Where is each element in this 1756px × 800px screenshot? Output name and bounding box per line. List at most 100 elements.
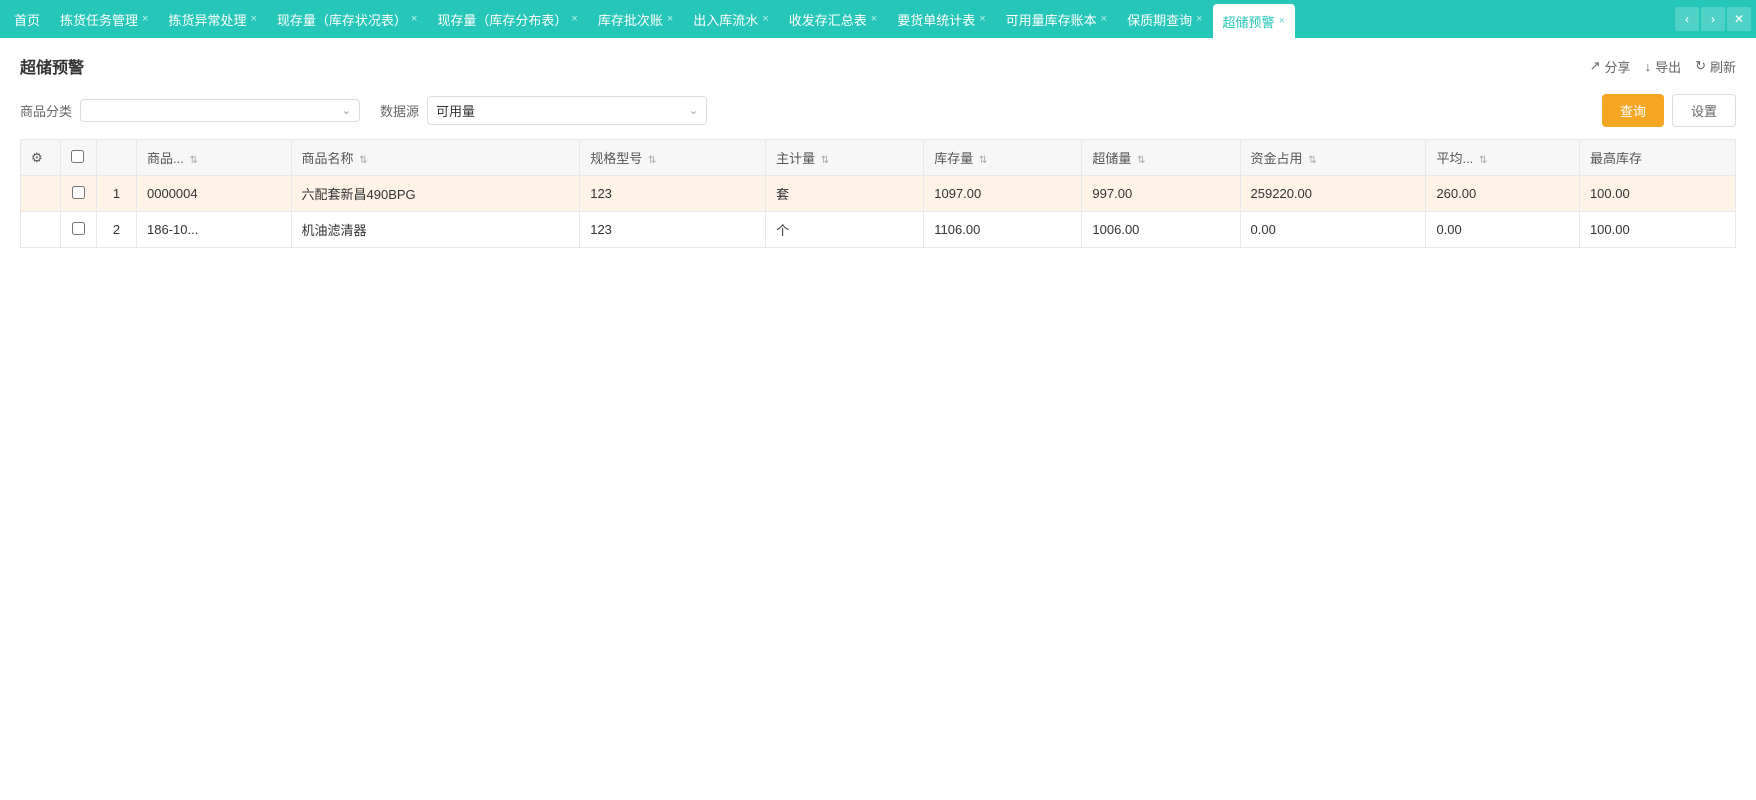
- nav-close-icon-10[interactable]: ×: [1196, 13, 1202, 25]
- sort-icon5: ⇅: [979, 155, 987, 166]
- chevron-down-icon2: ⌄: [689, 104, 698, 117]
- th-max-stock[interactable]: 最高库存: [1579, 140, 1735, 176]
- page-header: 超储预警 ↗ 分享 ↓ 导出 ↻ 刷新: [20, 54, 1736, 78]
- nav-close-icon-7[interactable]: ×: [871, 13, 877, 25]
- nav-next-button[interactable]: ›: [1701, 7, 1725, 31]
- row-checkbox[interactable]: [72, 186, 85, 199]
- settings-button[interactable]: 设置: [1672, 94, 1736, 127]
- td-unit: 个: [766, 212, 924, 248]
- td-avg: 260.00: [1426, 176, 1580, 212]
- top-navigation: 首页拣货任务管理×拣货异常处理×现存量（库存状况表）×现存量（库存分布表）×库存…: [0, 0, 1756, 38]
- product-category-label: 商品分类: [20, 101, 72, 120]
- data-source-value: 可用量: [436, 101, 475, 120]
- nav-close-icon-2[interactable]: ×: [250, 13, 256, 25]
- td-max-stock: 100.00: [1579, 176, 1735, 212]
- filter-row: 商品分类 ⌄ 数据源 可用量 ⌄ 查询 设置: [20, 94, 1736, 127]
- td-checkbox: [61, 212, 97, 248]
- refresh-button[interactable]: ↻ 刷新: [1695, 57, 1736, 76]
- nav-close-button[interactable]: ✕: [1727, 7, 1751, 31]
- td-gear: [21, 212, 61, 248]
- th-capital[interactable]: 资金占用 ⇅: [1240, 140, 1426, 176]
- page-content: 超储预警 ↗ 分享 ↓ 导出 ↻ 刷新 商品分类 ⌄ 数据源: [0, 38, 1756, 800]
- nav-close-icon-4[interactable]: ×: [571, 13, 577, 25]
- nav-close-icon-11[interactable]: ×: [1279, 15, 1285, 27]
- nav-item-3[interactable]: 现存量（库存状况表）×: [267, 0, 427, 38]
- td-product-name: 机油滤清器: [291, 212, 580, 248]
- nav-item-1[interactable]: 拣货任务管理×: [50, 0, 158, 38]
- td-checkbox: [61, 176, 97, 212]
- td-over-stock: 997.00: [1082, 176, 1240, 212]
- nav-item-4[interactable]: 现存量（库存分布表）×: [427, 0, 587, 38]
- chevron-down-icon: ⌄: [342, 104, 351, 117]
- th-select-all[interactable]: [61, 140, 97, 176]
- th-avg[interactable]: 平均... ⇅: [1426, 140, 1580, 176]
- td-unit: 套: [766, 176, 924, 212]
- td-avg: 0.00: [1426, 212, 1580, 248]
- product-category-select[interactable]: ⌄: [80, 99, 360, 122]
- gear-icon: ⚙: [31, 150, 43, 165]
- refresh-icon: ↻: [1695, 58, 1706, 74]
- query-button[interactable]: 查询: [1602, 94, 1664, 127]
- data-table: ⚙ 商品... ⇅ 商品名称 ⇅ 规格型号 ⇅: [20, 139, 1736, 248]
- th-gear[interactable]: ⚙: [21, 140, 61, 176]
- th-over-stock[interactable]: 超储量 ⇅: [1082, 140, 1240, 176]
- th-spec[interactable]: 规格型号 ⇅: [580, 140, 766, 176]
- nav-close-icon-8[interactable]: ×: [979, 13, 985, 25]
- table-row: 2186-10...机油滤清器123个1106.001006.000.000.0…: [21, 212, 1736, 248]
- nav-item-6[interactable]: 出入库流水×: [683, 0, 778, 38]
- td-product-code: 0000004: [137, 176, 292, 212]
- export-button[interactable]: ↓ 导出: [1645, 57, 1682, 76]
- product-category-filter: 商品分类 ⌄: [20, 99, 360, 122]
- th-stock[interactable]: 库存量 ⇅: [924, 140, 1082, 176]
- th-product-name[interactable]: 商品名称 ⇅: [291, 140, 580, 176]
- nav-close-icon-6[interactable]: ×: [762, 13, 768, 25]
- select-all-checkbox[interactable]: [71, 150, 84, 163]
- td-gear: [21, 176, 61, 212]
- nav-item-8[interactable]: 要货单统计表×: [887, 0, 995, 38]
- nav-item-11[interactable]: 超储预警×: [1213, 4, 1295, 38]
- data-source-filter: 数据源 可用量 ⌄: [380, 96, 707, 125]
- td-stock: 1106.00: [924, 212, 1082, 248]
- nav-item-10[interactable]: 保质期查询×: [1117, 0, 1212, 38]
- sort-icon3: ⇅: [648, 155, 656, 166]
- nav-item-0[interactable]: 首页: [4, 0, 50, 38]
- th-unit[interactable]: 主计量 ⇅: [766, 140, 924, 176]
- td-capital: 0.00: [1240, 212, 1426, 248]
- nav-arrows: ‹ › ✕: [1674, 7, 1752, 31]
- table-header-row: ⚙ 商品... ⇅ 商品名称 ⇅ 规格型号 ⇅: [21, 140, 1736, 176]
- td-capital: 259220.00: [1240, 176, 1426, 212]
- nav-item-2[interactable]: 拣货异常处理×: [158, 0, 266, 38]
- td-spec: 123: [580, 212, 766, 248]
- page-title: 超储预警: [20, 54, 84, 78]
- nav-item-9[interactable]: 可用量库存账本×: [996, 0, 1117, 38]
- td-row-num: 1: [97, 176, 137, 212]
- nav-close-icon-1[interactable]: ×: [142, 13, 148, 25]
- td-product-code: 186-10...: [137, 212, 292, 248]
- nav-close-icon-5[interactable]: ×: [667, 13, 673, 25]
- header-actions: ↗ 分享 ↓ 导出 ↻ 刷新: [1590, 57, 1736, 76]
- td-over-stock: 1006.00: [1082, 212, 1240, 248]
- share-button[interactable]: ↗ 分享: [1590, 57, 1631, 76]
- sort-icon: ⇅: [189, 155, 197, 166]
- sort-icon8: ⇅: [1479, 155, 1487, 166]
- nav-close-icon-3[interactable]: ×: [411, 13, 417, 25]
- nav-close-icon-9[interactable]: ×: [1101, 13, 1107, 25]
- th-product-code[interactable]: 商品... ⇅: [137, 140, 292, 176]
- table-row: 10000004六配套新昌490BPG123套1097.00997.002592…: [21, 176, 1736, 212]
- filter-buttons: 查询 设置: [1602, 94, 1736, 127]
- nav-item-5[interactable]: 库存批次账×: [588, 0, 683, 38]
- data-source-label: 数据源: [380, 101, 419, 120]
- nav-item-7[interactable]: 收发存汇总表×: [779, 0, 887, 38]
- sort-icon4: ⇅: [821, 155, 829, 166]
- row-checkbox[interactable]: [72, 222, 85, 235]
- data-source-select[interactable]: 可用量 ⌄: [427, 96, 707, 125]
- sort-icon6: ⇅: [1137, 155, 1145, 166]
- share-icon: ↗: [1590, 58, 1601, 74]
- td-stock: 1097.00: [924, 176, 1082, 212]
- nav-prev-button[interactable]: ‹: [1675, 7, 1699, 31]
- td-spec: 123: [580, 176, 766, 212]
- td-max-stock: 100.00: [1579, 212, 1735, 248]
- export-icon: ↓: [1645, 59, 1652, 74]
- td-product-name: 六配套新昌490BPG: [291, 176, 580, 212]
- sort-icon7: ⇅: [1308, 155, 1316, 166]
